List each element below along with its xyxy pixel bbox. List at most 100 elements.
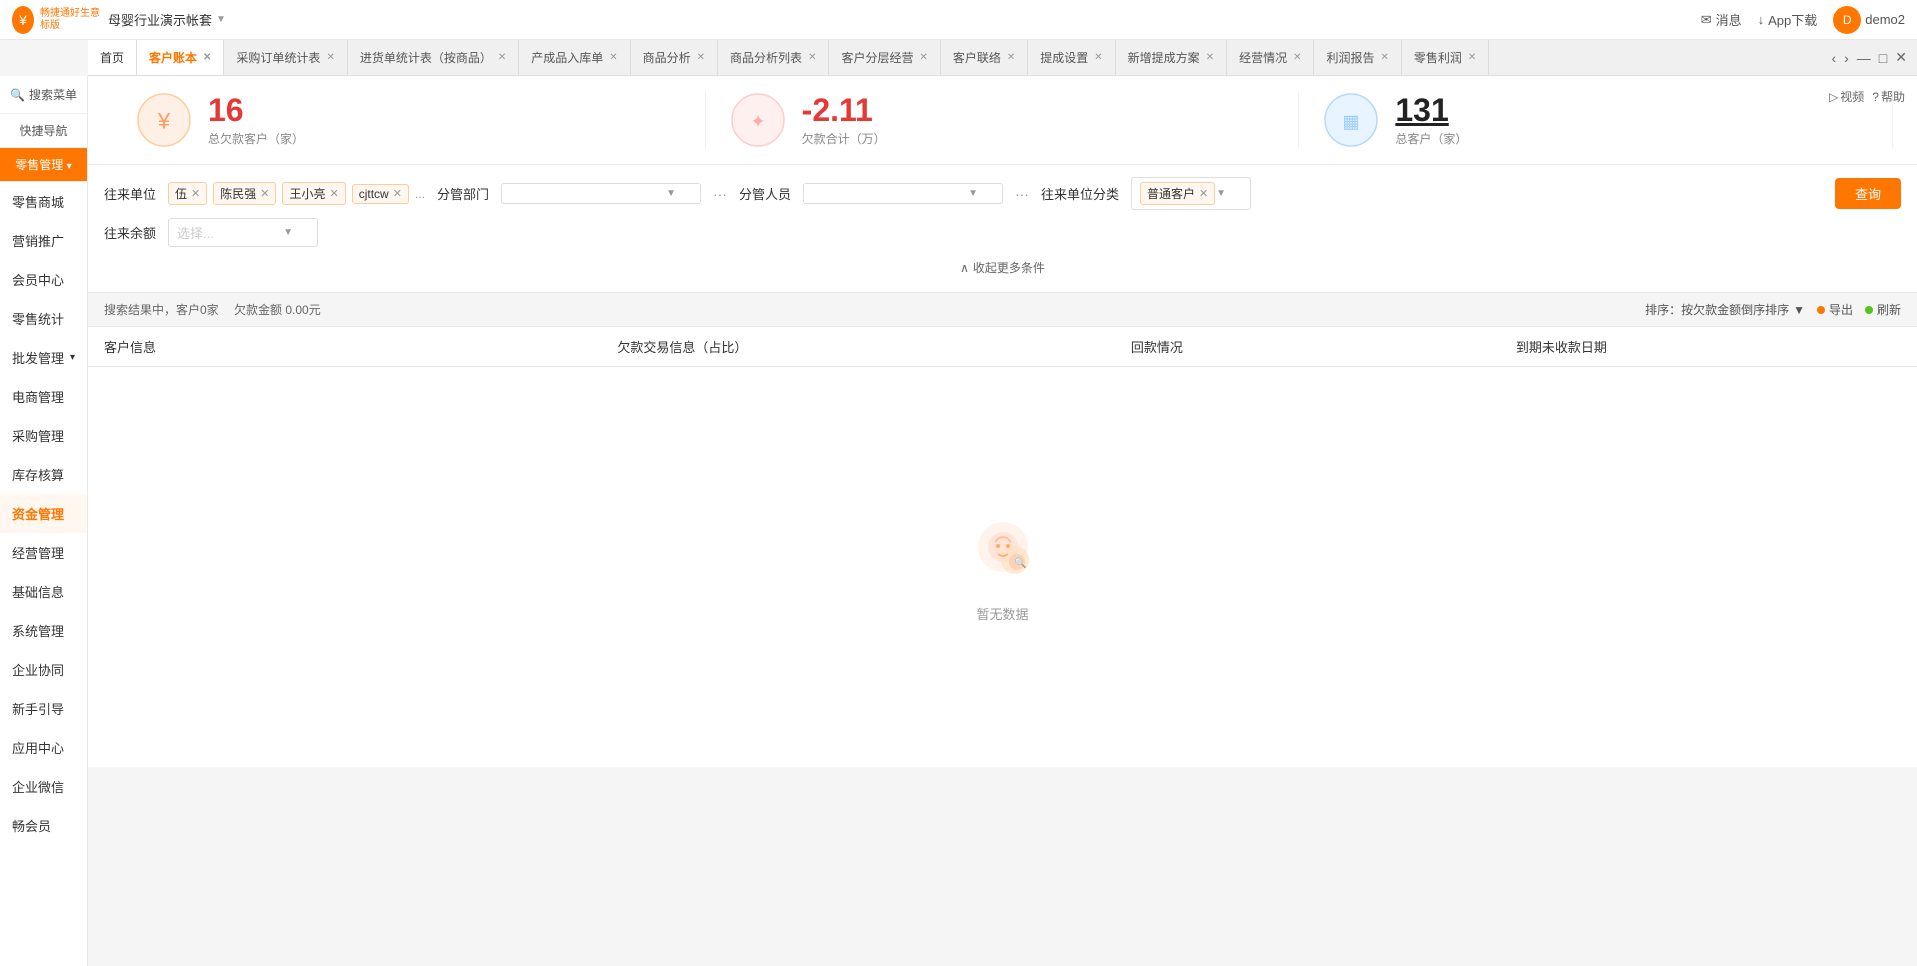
tab-product-inbound-label: 产成品入库单	[531, 49, 603, 66]
sidebar-item-purchase[interactable]: 采购管理	[0, 416, 87, 455]
filter-tag-chen[interactable]: 陈民强 ✕	[213, 182, 276, 205]
app-download-btn[interactable]: ↓ App下载	[1758, 10, 1818, 29]
tab-customer-ledger[interactable]: 客户账本 ✕	[137, 40, 224, 76]
tab-customer-contact[interactable]: 客户联络 ✕	[941, 40, 1028, 76]
filter-tag-wu[interactable]: 伍 ✕	[168, 182, 207, 205]
tab-operations-close[interactable]: ✕	[1293, 52, 1301, 63]
sort-select[interactable]: 排序：按欠款金额倒序排序 ▼	[1645, 301, 1805, 318]
tab-close-all-icon[interactable]: ✕	[1893, 47, 1909, 68]
dept-more-icon[interactable]: ···	[713, 186, 727, 202]
tab-retail-profit-close[interactable]: ✕	[1468, 52, 1476, 63]
tab-product-analysis-list-close[interactable]: ✕	[808, 52, 816, 63]
filter-row-2: 往来余额 选择... ▼	[104, 218, 1901, 247]
sidebar-search-label: 搜索菜单	[29, 86, 77, 103]
tab-product-analysis-list[interactable]: 商品分析列表 ✕	[718, 40, 829, 76]
tab-profit-report[interactable]: 利润报告 ✕	[1314, 40, 1401, 76]
video-help-btn[interactable]: ▷ 视频	[1829, 88, 1864, 105]
sidebar-item-wholesale[interactable]: 批发管理 ▾	[0, 338, 87, 377]
tab-prev-icon[interactable]: ‹	[1829, 48, 1838, 68]
tab-customer-contact-close[interactable]: ✕	[1007, 52, 1015, 63]
sidebar-item-basic-info[interactable]: 基础信息	[0, 572, 87, 611]
balance-select[interactable]: 选择... ▼	[168, 218, 318, 247]
tab-purchase-order-stats[interactable]: 采购订单统计表 ✕	[224, 40, 347, 76]
sidebar-item-membership[interactable]: 会员中心	[0, 260, 87, 299]
sidebar-item-beginner[interactable]: 新手引导	[0, 689, 87, 728]
sidebar-item-retail-stats[interactable]: 零售统计	[0, 299, 87, 338]
sidebar-item-enterprise[interactable]: 企业协同	[0, 650, 87, 689]
tab-customer-tier[interactable]: 客户分层经营 ✕	[829, 40, 940, 76]
store-dropdown-icon[interactable]: ▼	[216, 14, 226, 25]
tab-home[interactable]: 首页	[88, 40, 137, 76]
tab-purchase-order-stats-label: 采购订单统计表	[236, 49, 320, 66]
tab-new-commission[interactable]: 新增提成方案 ✕	[1116, 40, 1227, 76]
tab-operations[interactable]: 经营情况 ✕	[1227, 40, 1314, 76]
sidebar-item-retail-mall[interactable]: 零售商城	[0, 182, 87, 221]
store-selector[interactable]: 母婴行业演示帐套 ▼	[108, 10, 226, 29]
filter-collapse-btn[interactable]: ∧ 收起更多条件	[104, 255, 1901, 280]
filter-tag-chen-remove[interactable]: ✕	[260, 187, 269, 200]
help-btn[interactable]: ? 帮助	[1872, 88, 1905, 105]
messages-btn[interactable]: ✉ 消息	[1701, 10, 1742, 29]
tab-product-inbound[interactable]: 产成品入库单 ✕	[519, 40, 630, 76]
tab-controls: ‹ › — □ ✕	[1821, 47, 1917, 68]
tab-retail-profit[interactable]: 零售利润 ✕	[1402, 40, 1489, 76]
query-button[interactable]: 查询	[1835, 178, 1901, 209]
sidebar-item-member[interactable]: 畅会员	[0, 806, 87, 845]
filter-tag-cjttcw-remove[interactable]: ✕	[393, 187, 402, 200]
tab-next-icon[interactable]: ›	[1842, 48, 1851, 68]
sidebar-member-label: 畅会员	[12, 816, 51, 835]
sidebar-item-wechat[interactable]: 企业微信	[0, 767, 87, 806]
sidebar-item-inventory[interactable]: 库存核算	[0, 455, 87, 494]
tab-new-commission-close[interactable]: ✕	[1206, 52, 1214, 63]
filter-tag-wang-remove[interactable]: ✕	[330, 187, 339, 200]
unit-class-tag-remove[interactable]: ✕	[1199, 187, 1208, 200]
customers-label: 总欠款客户（家）	[208, 130, 304, 147]
filter-tag-cjttcw[interactable]: cjttcw ✕	[352, 184, 409, 204]
sidebar-retail-mgmt-label: 零售管理	[15, 158, 63, 172]
sidebar-item-ecommerce[interactable]: 电商管理	[0, 377, 87, 416]
tab-purchase-stats[interactable]: 进货单统计表（按商品） ✕	[348, 40, 519, 76]
sidebar-quick-nav[interactable]: 快捷导航	[0, 114, 87, 148]
tab-restore-icon[interactable]: □	[1877, 48, 1889, 68]
tab-product-analysis-label: 商品分析	[643, 49, 691, 66]
stat-total-customers: ▦ 131 总客户（家）	[1299, 92, 1893, 148]
filter-tag-wu-remove[interactable]: ✕	[191, 187, 200, 200]
filter-row-1: 往来单位 伍 ✕ 陈民强 ✕ 王小亮 ✕ cjttcw	[104, 177, 1901, 210]
person-select[interactable]: ▼	[803, 183, 1003, 204]
help-label: 帮助	[1881, 88, 1905, 105]
unit-class-tag[interactable]: 普通客户 ✕	[1140, 182, 1215, 205]
content-area: ¥ 16 总欠款客户（家） ✦ -2.11 欠款合计	[88, 76, 1917, 966]
person-more-icon[interactable]: ···	[1015, 186, 1029, 202]
export-btn[interactable]: 导出	[1817, 301, 1853, 318]
unit-class-select[interactable]: 普通客户 ✕ ▼	[1131, 177, 1251, 210]
tab-commission-settings[interactable]: 提成设置 ✕	[1028, 40, 1115, 76]
tab-product-inbound-close[interactable]: ✕	[609, 52, 617, 63]
sidebar-item-marketing[interactable]: 营销推广	[0, 221, 87, 260]
refresh-btn[interactable]: 刷新	[1865, 301, 1901, 318]
sidebar-retail-mgmt-arrow: ▾	[67, 161, 72, 172]
sidebar-item-system[interactable]: 系统管理	[0, 611, 87, 650]
sidebar-search[interactable]: 🔍 搜索菜单	[0, 76, 87, 114]
tab-customer-tier-close[interactable]: ✕	[919, 52, 927, 63]
filter-tags: 伍 ✕ 陈民强 ✕ 王小亮 ✕ cjttcw ✕ ...	[168, 182, 425, 205]
filter-tag-wang[interactable]: 王小亮 ✕	[282, 182, 345, 205]
sidebar-item-retail-mgmt[interactable]: 零售管理 ▾	[0, 148, 87, 182]
tab-purchase-order-stats-close[interactable]: ✕	[326, 52, 334, 63]
sidebar-item-app-center[interactable]: 应用中心	[0, 728, 87, 767]
tab-purchase-stats-close[interactable]: ✕	[498, 52, 506, 63]
tab-operations-label: 经营情况	[1239, 49, 1287, 66]
tab-commission-settings-close[interactable]: ✕	[1094, 52, 1102, 63]
tab-product-analysis[interactable]: 商品分析 ✕	[631, 40, 718, 76]
search-icon: 🔍	[10, 88, 25, 102]
user-area[interactable]: D demo2	[1833, 6, 1905, 34]
more-tags-btn[interactable]: ...	[415, 187, 425, 201]
tab-product-analysis-close[interactable]: ✕	[697, 52, 705, 63]
tab-minimize-icon[interactable]: —	[1855, 48, 1873, 68]
tab-profit-report-close[interactable]: ✕	[1381, 52, 1389, 63]
dept-select[interactable]: ▼	[501, 183, 701, 204]
unit-class-dropdown-icon: ▼	[1216, 188, 1226, 199]
sidebar-item-finance[interactable]: 资金管理	[0, 494, 87, 533]
tab-customer-ledger-close[interactable]: ✕	[203, 52, 211, 63]
sidebar-ecommerce-label: 电商管理	[12, 387, 64, 406]
sidebar-item-operations-mgmt[interactable]: 经营管理	[0, 533, 87, 572]
